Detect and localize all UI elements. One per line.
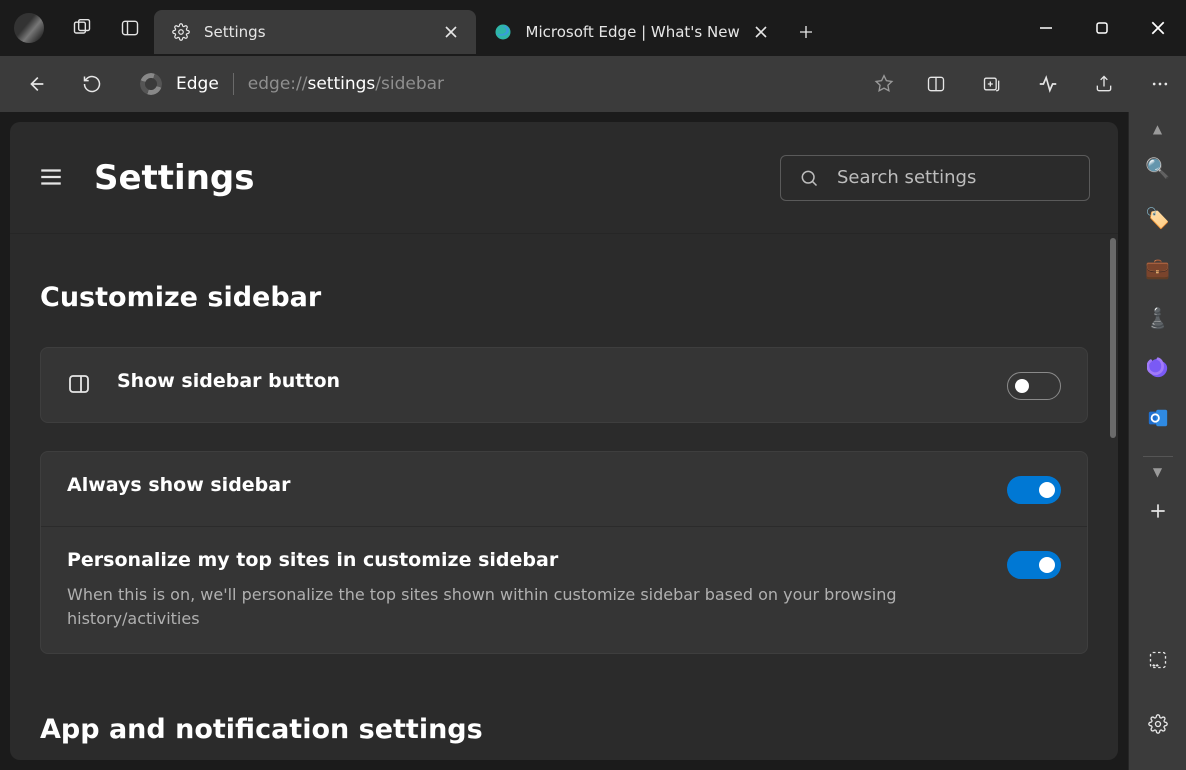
card-sidebar-options: Always show sidebar Personalize my top s… — [40, 451, 1088, 654]
workspaces-icon[interactable] — [72, 18, 92, 38]
more-icon[interactable] — [1138, 62, 1182, 106]
toggle-show-sidebar[interactable] — [1007, 372, 1061, 400]
search-settings-input[interactable]: Search settings — [780, 155, 1090, 201]
profile-avatar[interactable] — [14, 13, 44, 43]
menu-icon[interactable] — [38, 164, 66, 192]
browser-sidebar: ▲ 🔍 🏷️ 💼 ♟️ ▼ — [1128, 112, 1186, 770]
performance-icon[interactable] — [1026, 62, 1070, 106]
sidebar-add-button[interactable] — [1138, 491, 1178, 531]
sidebar-tools-icon[interactable]: 💼 — [1138, 248, 1178, 288]
share-icon[interactable] — [1082, 62, 1126, 106]
gear-icon — [172, 23, 190, 41]
search-placeholder: Search settings — [837, 167, 976, 188]
tab-label: Settings — [204, 23, 266, 41]
minimize-button[interactable] — [1018, 0, 1074, 56]
toggle-always-show[interactable] — [1007, 476, 1061, 504]
toolbar: Edge edge://settings/sidebar — [0, 56, 1186, 112]
setting-label-show-sidebar: Show sidebar button — [117, 370, 981, 392]
tabstrip: Settings Microsoft Edge | What's New — [154, 0, 826, 56]
chevron-up-icon[interactable]: ▲ — [1153, 122, 1162, 136]
sidebar-settings-icon[interactable] — [1138, 704, 1178, 744]
toggle-personalize[interactable] — [1007, 551, 1061, 579]
maximize-button[interactable] — [1074, 0, 1130, 56]
address-bar[interactable]: Edge edge://settings/sidebar — [126, 64, 902, 104]
sidebar-outlook-icon[interactable] — [1138, 398, 1178, 438]
sidebar-screenshot-icon[interactable] — [1138, 640, 1178, 680]
search-icon — [799, 168, 819, 188]
sidebar-games-icon[interactable]: ♟️ — [1138, 298, 1178, 338]
tab-actions-icon[interactable] — [120, 18, 140, 38]
close-tab-icon[interactable] — [444, 25, 458, 39]
tab-whatsnew[interactable]: Microsoft Edge | What's New — [476, 10, 786, 54]
favorite-icon[interactable] — [874, 74, 894, 94]
sidebar-m365-icon[interactable] — [1138, 348, 1178, 388]
edge-logo-icon — [140, 73, 162, 95]
close-tab-icon[interactable] — [754, 25, 768, 39]
settings-page: Settings Search settings Customize sideb… — [10, 122, 1118, 760]
close-button[interactable] — [1130, 0, 1186, 56]
chevron-down-icon[interactable]: ▼ — [1153, 465, 1162, 479]
sidebar-search-icon[interactable]: 🔍 — [1138, 148, 1178, 188]
scrollbar-thumb[interactable] — [1110, 238, 1116, 438]
tab-label: Microsoft Edge | What's New — [526, 23, 740, 41]
address-url: edge://settings/sidebar — [248, 74, 444, 94]
refresh-button[interactable] — [70, 62, 114, 106]
card-sidebar-button: Show sidebar button — [40, 347, 1088, 423]
section-heading-apps: App and notification settings — [40, 714, 1088, 745]
setting-desc-personalize: When this is on, we'll personalize the t… — [67, 583, 981, 631]
setting-label-always-show: Always show sidebar — [67, 474, 981, 496]
titlebar: Settings Microsoft Edge | What's New — [0, 0, 1186, 56]
section-heading-customize: Customize sidebar — [40, 282, 1088, 313]
setting-label-personalize: Personalize my top sites in customize si… — [67, 549, 981, 571]
split-screen-icon[interactable] — [914, 62, 958, 106]
window-controls — [1018, 0, 1186, 56]
sidebar-panel-icon — [67, 372, 91, 396]
collections-icon[interactable] — [970, 62, 1014, 106]
back-button[interactable] — [14, 62, 58, 106]
address-protocol-label: Edge — [176, 74, 219, 94]
tab-settings[interactable]: Settings — [154, 10, 476, 54]
new-tab-button[interactable] — [786, 10, 826, 54]
page-title: Settings — [94, 158, 255, 198]
sidebar-shopping-icon[interactable]: 🏷️ — [1138, 198, 1178, 238]
edge-icon — [494, 23, 512, 41]
